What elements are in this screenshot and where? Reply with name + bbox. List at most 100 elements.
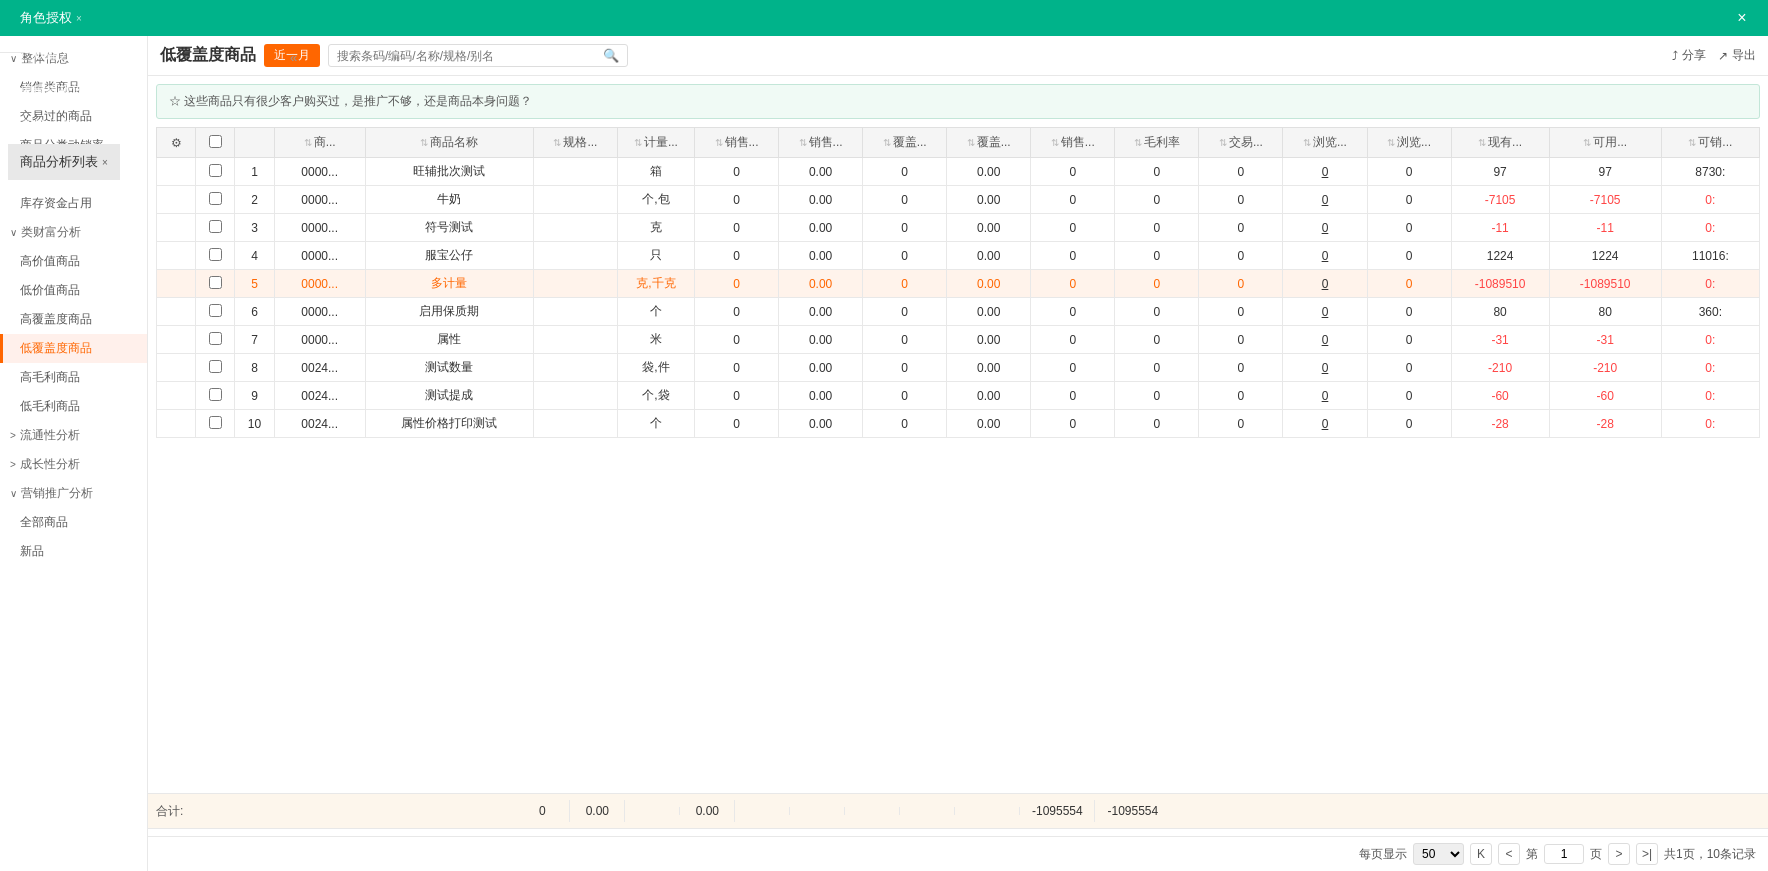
row-select-checkbox[interactable] (209, 416, 222, 429)
nav-item[interactable]: 单据模板设置 × (8, 72, 120, 108)
sidebar-item[interactable]: 全部商品 (0, 508, 147, 537)
row-checkbox[interactable] (196, 242, 235, 270)
sidebar-item[interactable]: 高覆盖度商品 (0, 305, 147, 334)
row-select-checkbox[interactable] (209, 192, 222, 205)
sidebar-group-header[interactable]: ∨类财富分析 (0, 218, 147, 247)
first-page-button[interactable]: K (1470, 843, 1492, 865)
nav-close-icon[interactable]: × (102, 157, 108, 168)
page-number-input[interactable] (1544, 844, 1584, 864)
column-name[interactable]: ⇅商品名称 (365, 128, 533, 158)
row-checkbox[interactable] (196, 186, 235, 214)
table-row: 10000...旺辅批次测试箱00.0000.000000097978730: (157, 158, 1760, 186)
cell-browse1: 0 (1283, 214, 1367, 242)
row-settings[interactable] (157, 410, 196, 438)
row-select-checkbox[interactable] (209, 332, 222, 345)
column-unit[interactable]: ⇅计量... (617, 128, 694, 158)
sidebar-item[interactable]: 高价值商品 (0, 247, 147, 276)
per-page-select[interactable]: 50 100 200 (1413, 843, 1464, 865)
table-container[interactable]: ⚙⇅商...⇅商品名称⇅规格...⇅计量...⇅销售...⇅销售...⇅覆盖..… (156, 127, 1760, 793)
sidebar-item[interactable]: 库存资金占用 (0, 189, 147, 218)
row-checkbox[interactable] (196, 270, 235, 298)
cell-gross: 0 (1115, 186, 1199, 214)
next-page-button[interactable]: > (1608, 843, 1630, 865)
row-settings[interactable] (157, 242, 196, 270)
column-cover2[interactable]: ⇅覆盖... (947, 128, 1031, 158)
sidebar-item[interactable]: 低价值商品 (0, 276, 147, 305)
row-settings[interactable] (157, 298, 196, 326)
nav-item[interactable]: 商品分析 × (8, 108, 120, 144)
row-checkbox[interactable] (196, 158, 235, 186)
browse-link[interactable]: 0 (1322, 193, 1329, 207)
nav-item[interactable]: 角色授权 × (8, 0, 120, 36)
window-close-button[interactable]: × (1724, 0, 1760, 36)
row-settings[interactable] (157, 214, 196, 242)
column-browse1[interactable]: ⇅浏览... (1283, 128, 1367, 158)
nav-close-icon[interactable]: × (76, 121, 82, 132)
row-settings[interactable] (157, 382, 196, 410)
column-sales1[interactable]: ⇅销售... (695, 128, 779, 158)
horizontal-scrollbar[interactable] (148, 828, 1768, 836)
sidebar-item[interactable]: 高毛利商品 (0, 363, 147, 392)
row-settings[interactable] (157, 326, 196, 354)
row-select-checkbox[interactable] (209, 276, 222, 289)
column-cover1[interactable]: ⇅覆盖... (863, 128, 947, 158)
cell-sales1: 0 (695, 354, 779, 382)
row-checkbox[interactable] (196, 354, 235, 382)
row-settings[interactable] (157, 186, 196, 214)
last-page-button[interactable]: >| (1636, 843, 1658, 865)
cell-spec (533, 382, 617, 410)
search-input[interactable] (337, 49, 603, 63)
row-select-checkbox[interactable] (209, 220, 222, 233)
browse-link[interactable]: 0 (1322, 333, 1329, 347)
sidebar-group-header[interactable]: ∨营销推广分析 (0, 479, 147, 508)
column-sales3[interactable]: ⇅销售... (1031, 128, 1115, 158)
select-all-checkbox[interactable] (209, 135, 222, 148)
nav-close-icon[interactable]: × (102, 49, 108, 60)
column-checkbox[interactable] (196, 128, 235, 158)
nav-close-icon[interactable]: × (102, 85, 108, 96)
row-checkbox[interactable] (196, 410, 235, 438)
row-select-checkbox[interactable] (209, 164, 222, 177)
browse-link[interactable]: 0 (1322, 249, 1329, 263)
sidebar-collapse-button[interactable]: « (290, 50, 297, 65)
browse-link[interactable]: 0 (1322, 417, 1329, 431)
browse-link[interactable]: 0 (1322, 305, 1329, 319)
browse-link[interactable]: 0 (1322, 165, 1329, 179)
column-trade[interactable]: ⇅交易... (1199, 128, 1283, 158)
export-button[interactable]: ↗ 导出 (1718, 47, 1756, 64)
column-available[interactable]: ⇅可用... (1549, 128, 1661, 158)
sidebar-item[interactable]: 低覆盖度商品 (0, 334, 147, 363)
sidebar-group-header[interactable]: >流通性分析 (0, 421, 147, 450)
nav-item[interactable]: 商品分析列表 × (8, 144, 120, 180)
column-current[interactable]: ⇅现有... (1451, 128, 1549, 158)
browse-link[interactable]: 0 (1322, 277, 1329, 291)
prev-page-button[interactable]: < (1498, 843, 1520, 865)
column-code[interactable]: ⇅商... (274, 128, 365, 158)
row-select-checkbox[interactable] (209, 248, 222, 261)
row-settings[interactable] (157, 158, 196, 186)
row-checkbox[interactable] (196, 326, 235, 354)
row-select-checkbox[interactable] (209, 304, 222, 317)
share-button[interactable]: ⤴ 分享 (1672, 47, 1706, 64)
browse-link[interactable]: 0 (1322, 221, 1329, 235)
sidebar-item[interactable]: 新品 (0, 537, 147, 566)
row-checkbox[interactable] (196, 382, 235, 410)
nav-item[interactable]: 产成品入库单 × (8, 36, 120, 72)
sidebar-item[interactable]: 低毛利商品 (0, 392, 147, 421)
column-settings[interactable]: ⚙ (157, 128, 196, 158)
row-settings[interactable] (157, 354, 196, 382)
sidebar-group-header[interactable]: >成长性分析 (0, 450, 147, 479)
row-checkbox[interactable] (196, 298, 235, 326)
column-salable[interactable]: ⇅可销... (1661, 128, 1759, 158)
row-checkbox[interactable] (196, 214, 235, 242)
column-spec[interactable]: ⇅规格... (533, 128, 617, 158)
column-browse2[interactable]: ⇅浏览... (1367, 128, 1451, 158)
column-sales2[interactable]: ⇅销售... (779, 128, 863, 158)
row-select-checkbox[interactable] (209, 360, 222, 373)
nav-close-icon[interactable]: × (76, 13, 82, 24)
column-gross[interactable]: ⇅毛利率 (1115, 128, 1199, 158)
row-select-checkbox[interactable] (209, 388, 222, 401)
browse-link[interactable]: 0 (1322, 361, 1329, 375)
browse-link[interactable]: 0 (1322, 389, 1329, 403)
row-settings[interactable] (157, 270, 196, 298)
